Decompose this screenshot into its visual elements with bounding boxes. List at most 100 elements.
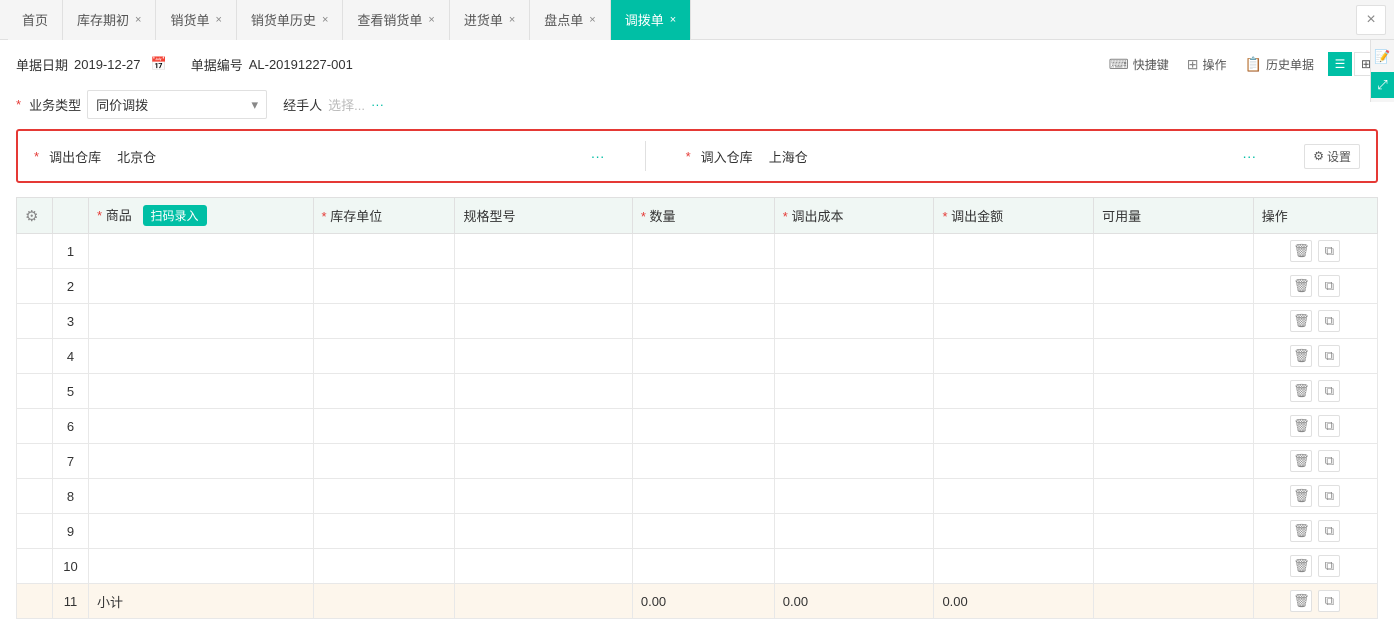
close-transfer[interactable]: × — [670, 14, 676, 26]
copy-row-button[interactable]: ⧉ — [1318, 345, 1340, 367]
table-gear-icon[interactable]: ⚙ — [25, 208, 38, 225]
row-amount[interactable]: 0.00 — [934, 584, 1094, 619]
delete-row-button[interactable]: 🗑 — [1290, 240, 1312, 262]
copy-row-button[interactable]: ⧉ — [1318, 310, 1340, 332]
row-amount[interactable] — [934, 234, 1094, 269]
row-unit[interactable] — [313, 409, 455, 444]
row-cost[interactable] — [774, 304, 934, 339]
close-purchase-order[interactable]: × — [509, 14, 515, 26]
row-cost[interactable]: 0.00 — [774, 584, 934, 619]
row-qty[interactable] — [632, 409, 774, 444]
row-spec[interactable] — [455, 374, 632, 409]
row-product[interactable] — [89, 234, 314, 269]
row-amount[interactable] — [934, 304, 1094, 339]
row-spec[interactable] — [455, 304, 632, 339]
row-cost[interactable] — [774, 479, 934, 514]
calendar-icon[interactable]: 📅 — [151, 56, 167, 72]
copy-row-button[interactable]: ⧉ — [1318, 485, 1340, 507]
shortcut-button[interactable]: ⌨ 快捷键 — [1105, 54, 1173, 75]
tab-transfer[interactable]: 调拨单 × — [611, 0, 691, 40]
row-spec[interactable] — [455, 514, 632, 549]
row-qty[interactable] — [632, 479, 774, 514]
row-product[interactable] — [89, 514, 314, 549]
row-product[interactable] — [89, 269, 314, 304]
in-warehouse-more[interactable]: ··· — [1242, 148, 1256, 164]
row-product[interactable] — [89, 374, 314, 409]
copy-row-button[interactable]: ⧉ — [1318, 555, 1340, 577]
row-cost[interactable] — [774, 234, 934, 269]
delete-row-button[interactable]: 🗑 — [1290, 555, 1312, 577]
row-spec[interactable] — [455, 479, 632, 514]
row-spec[interactable] — [455, 444, 632, 479]
row-spec[interactable] — [455, 584, 632, 619]
tab-inventory-check[interactable]: 盘点单 × — [530, 0, 610, 40]
close-sales-order[interactable]: × — [215, 14, 221, 26]
row-cost[interactable] — [774, 374, 934, 409]
delete-row-button[interactable]: 🗑 — [1290, 485, 1312, 507]
close-all-tabs[interactable]: × — [1356, 5, 1386, 35]
delete-row-button[interactable]: 🗑 — [1290, 590, 1312, 612]
row-cost[interactable] — [774, 444, 934, 479]
row-unit[interactable] — [313, 444, 455, 479]
copy-row-button[interactable]: ⧉ — [1318, 240, 1340, 262]
setting-button[interactable]: ⚙ 设置 — [1304, 144, 1360, 169]
row-amount[interactable] — [934, 269, 1094, 304]
row-amount[interactable] — [934, 374, 1094, 409]
row-amount[interactable] — [934, 409, 1094, 444]
copy-row-button[interactable]: ⧉ — [1318, 590, 1340, 612]
person-more-icon[interactable]: ··· — [371, 97, 384, 112]
scan-button[interactable]: 扫码录入 — [143, 205, 207, 226]
row-unit[interactable] — [313, 584, 455, 619]
row-spec[interactable] — [455, 339, 632, 374]
row-product[interactable] — [89, 479, 314, 514]
row-spec[interactable] — [455, 409, 632, 444]
close-sales-history[interactable]: × — [322, 14, 328, 26]
copy-row-button[interactable]: ⧉ — [1318, 380, 1340, 402]
row-amount[interactable] — [934, 339, 1094, 374]
row-qty[interactable] — [632, 234, 774, 269]
row-product[interactable] — [89, 304, 314, 339]
row-cost[interactable] — [774, 409, 934, 444]
row-qty[interactable] — [632, 339, 774, 374]
row-qty[interactable] — [632, 444, 774, 479]
row-cost[interactable] — [774, 514, 934, 549]
row-amount[interactable] — [934, 444, 1094, 479]
row-amount[interactable] — [934, 514, 1094, 549]
copy-row-button[interactable]: ⧉ — [1318, 275, 1340, 297]
business-type-select[interactable]: 同价调拨 ▾ — [87, 90, 267, 119]
person-input[interactable]: 选择... — [328, 95, 365, 114]
tab-view-sales[interactable]: 查看销货单 × — [343, 0, 449, 40]
row-product[interactable] — [89, 444, 314, 479]
row-cost[interactable] — [774, 339, 934, 374]
row-qty[interactable] — [632, 514, 774, 549]
row-unit[interactable] — [313, 339, 455, 374]
row-unit[interactable] — [313, 549, 455, 584]
tab-inventory-init[interactable]: 库存期初 × — [63, 0, 156, 40]
row-qty[interactable] — [632, 269, 774, 304]
close-inventory-check[interactable]: × — [589, 14, 595, 26]
tab-sales-history[interactable]: 销货单历史 × — [237, 0, 343, 40]
delete-row-button[interactable]: 🗑 — [1290, 450, 1312, 472]
row-unit[interactable] — [313, 234, 455, 269]
delete-row-button[interactable]: 🗑 — [1290, 275, 1312, 297]
delete-row-button[interactable]: 🗑 — [1290, 520, 1312, 542]
history-button[interactable]: 📋 历史单据 — [1241, 54, 1318, 75]
row-unit[interactable] — [313, 514, 455, 549]
row-spec[interactable] — [455, 549, 632, 584]
row-product[interactable] — [89, 409, 314, 444]
row-qty[interactable] — [632, 374, 774, 409]
out-warehouse-more[interactable]: ··· — [591, 148, 605, 164]
row-unit[interactable] — [313, 269, 455, 304]
copy-row-button[interactable]: ⧉ — [1318, 450, 1340, 472]
row-cost[interactable] — [774, 549, 934, 584]
delete-row-button[interactable]: 🗑 — [1290, 345, 1312, 367]
row-amount[interactable] — [934, 479, 1094, 514]
row-cost[interactable] — [774, 269, 934, 304]
close-inventory-init[interactable]: × — [135, 14, 141, 26]
row-unit[interactable] — [313, 479, 455, 514]
operation-button[interactable]: ⊞ 操作 — [1183, 54, 1231, 75]
row-qty[interactable] — [632, 304, 774, 339]
delete-row-button[interactable]: 🗑 — [1290, 380, 1312, 402]
delete-row-button[interactable]: 🗑 — [1290, 310, 1312, 332]
copy-row-button[interactable]: ⧉ — [1318, 415, 1340, 437]
